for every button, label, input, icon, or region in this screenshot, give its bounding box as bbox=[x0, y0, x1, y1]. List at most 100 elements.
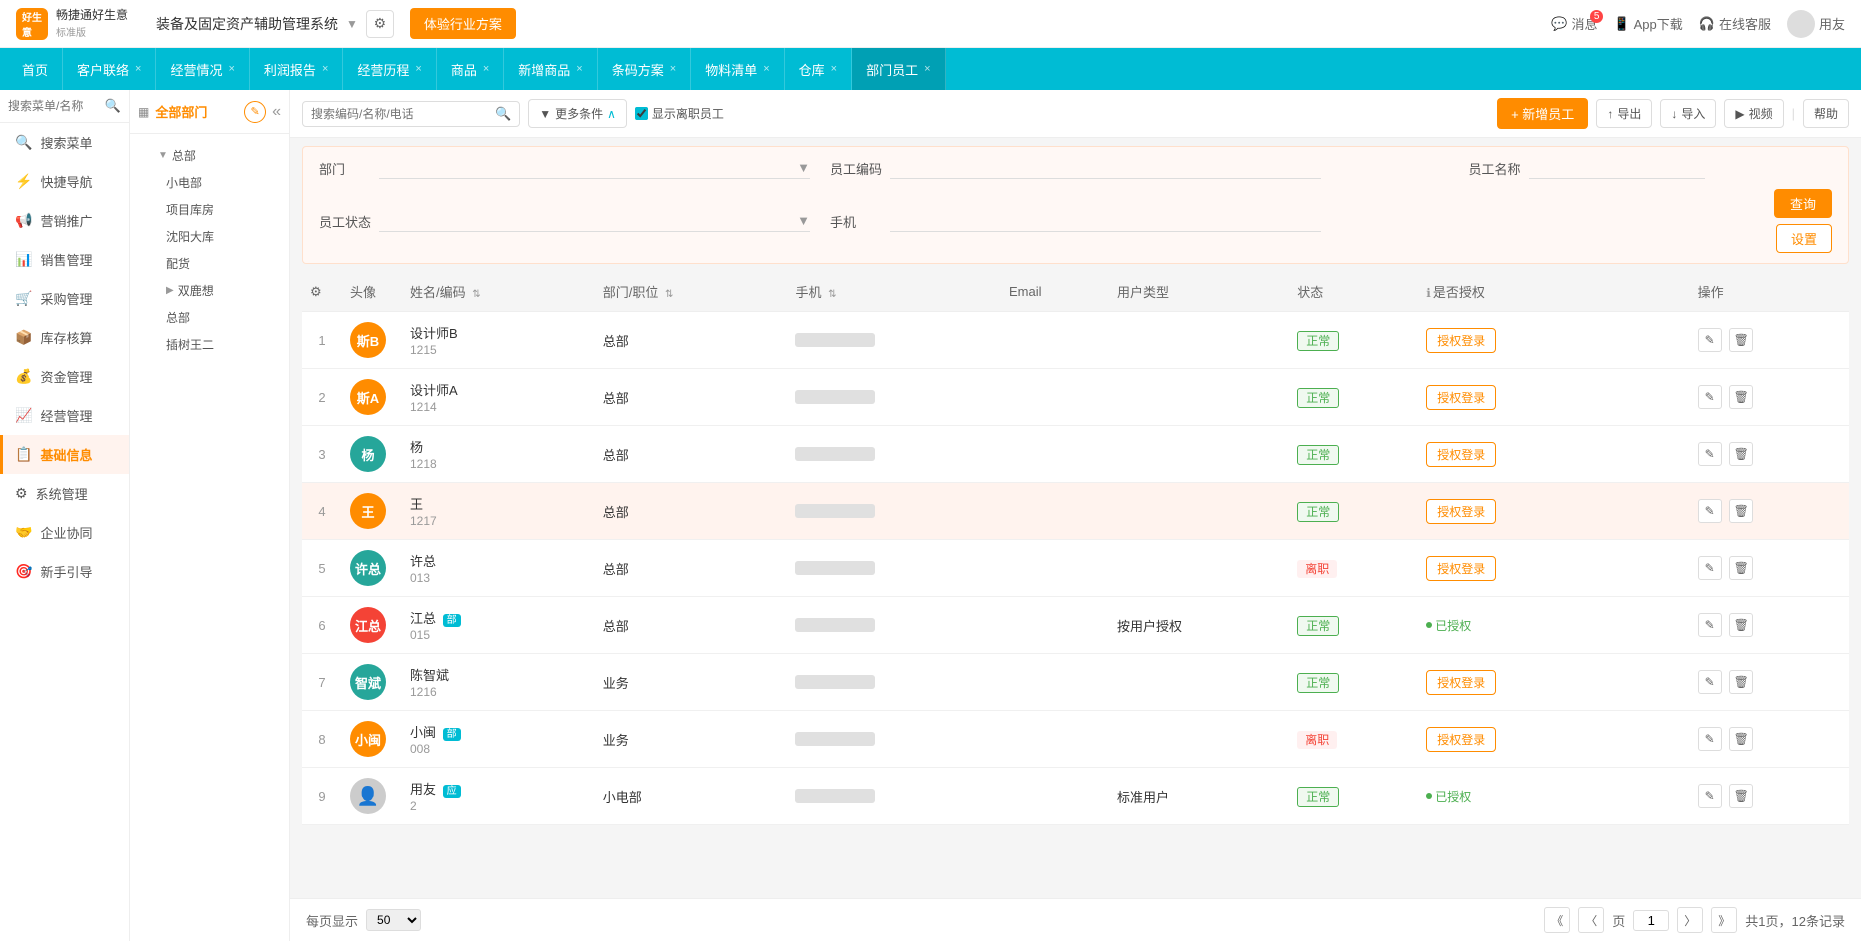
settings-button[interactable]: ⚙ bbox=[366, 10, 394, 38]
auth-login-button[interactable]: 授权登录 bbox=[1426, 670, 1496, 695]
tab-customer[interactable]: 客户联络 × bbox=[63, 48, 156, 90]
auth-login-button[interactable]: 授权登录 bbox=[1426, 556, 1496, 581]
first-page-button[interactable]: 《 bbox=[1544, 907, 1570, 933]
sidebar-item-basic[interactable]: 📋 基础信息 bbox=[0, 435, 129, 474]
close-icon[interactable]: × bbox=[576, 63, 582, 75]
search-input[interactable] bbox=[311, 107, 491, 121]
export-button[interactable]: ↑ 导出 bbox=[1596, 99, 1652, 128]
show-resigned-label[interactable]: 显示离职员工 bbox=[635, 105, 724, 122]
delete-button[interactable]: 🗑 bbox=[1729, 784, 1753, 808]
filter-dept-select[interactable]: ▼ bbox=[379, 157, 810, 179]
sort-icon[interactable]: ⇅ bbox=[472, 289, 480, 300]
close-icon[interactable]: × bbox=[415, 63, 421, 75]
filter-empname-input[interactable] bbox=[1529, 157, 1705, 179]
sidebar-item-collab[interactable]: 🤝 企业协同 bbox=[0, 513, 129, 552]
col-phone[interactable]: 手机 ⇅ bbox=[787, 272, 1001, 312]
auth-login-button[interactable]: 授权登录 bbox=[1426, 328, 1496, 353]
filter-phone-input[interactable] bbox=[890, 210, 1321, 232]
filter-empcode-input[interactable] bbox=[890, 157, 1321, 179]
dept-edit-icon[interactable]: ✎ bbox=[244, 101, 266, 123]
close-icon[interactable]: × bbox=[135, 63, 141, 75]
close-icon[interactable]: × bbox=[831, 63, 837, 75]
close-icon[interactable]: × bbox=[670, 63, 676, 75]
edit-button[interactable]: ✎ bbox=[1698, 784, 1722, 808]
more-filters-button[interactable]: ▼ 更多条件 ∧ bbox=[528, 99, 627, 128]
per-page-select[interactable]: 50 20 100 bbox=[366, 909, 421, 931]
edit-button[interactable]: ✎ bbox=[1698, 499, 1722, 523]
dept-item-xiaodian[interactable]: 小电部 bbox=[138, 169, 281, 196]
search-button[interactable]: 查询 bbox=[1774, 189, 1832, 218]
tab-goods[interactable]: 商品 × bbox=[437, 48, 504, 90]
tab-home[interactable]: 首页 bbox=[8, 48, 63, 90]
dept-collapse-btn[interactable]: « bbox=[272, 103, 281, 121]
dept-item-projectroom[interactable]: 项目库房 bbox=[138, 196, 281, 223]
tab-profit[interactable]: 利润报告 × bbox=[250, 48, 343, 90]
next-page-button[interactable]: 〉 bbox=[1677, 907, 1703, 933]
delete-button[interactable]: 🗑 bbox=[1729, 556, 1753, 580]
auth-login-button[interactable]: 授权登录 bbox=[1426, 727, 1496, 752]
delete-button[interactable]: 🗑 bbox=[1729, 727, 1753, 751]
user-area[interactable]: 用友 bbox=[1787, 10, 1845, 38]
sort-icon[interactable]: ⇅ bbox=[828, 289, 836, 300]
online-service-button[interactable]: 🎧 在线客服 bbox=[1699, 14, 1771, 33]
message-button[interactable]: 💬 消息 5 bbox=[1551, 14, 1597, 33]
close-icon[interactable]: × bbox=[924, 63, 930, 75]
dept-item-shuanglu[interactable]: ▶ 双鹿想 bbox=[138, 277, 281, 304]
sidebar-item-operation[interactable]: 📈 经营管理 bbox=[0, 396, 129, 435]
prev-page-button[interactable]: 〈 bbox=[1578, 907, 1604, 933]
dept-item-peihuo[interactable]: 配货 bbox=[138, 250, 281, 277]
dept-item-chashuwang[interactable]: 插树王二 bbox=[138, 331, 281, 358]
sidebar-item-purchase[interactable]: 🛒 采购管理 bbox=[0, 279, 129, 318]
edit-button[interactable]: ✎ bbox=[1698, 328, 1722, 352]
sidebar-item-guide[interactable]: 🎯 新手引导 bbox=[0, 552, 129, 591]
close-icon[interactable]: × bbox=[483, 63, 489, 75]
system-title-arrow[interactable]: ▼ bbox=[346, 17, 358, 31]
delete-button[interactable]: 🗑 bbox=[1729, 499, 1753, 523]
sidebar-item-marketing[interactable]: 📢 营销推广 bbox=[0, 201, 129, 240]
tab-add-goods[interactable]: 新增商品 × bbox=[504, 48, 597, 90]
edit-button[interactable]: ✎ bbox=[1698, 442, 1722, 466]
close-icon[interactable]: × bbox=[763, 63, 769, 75]
edit-button[interactable]: ✎ bbox=[1698, 670, 1722, 694]
delete-button[interactable]: 🗑 bbox=[1729, 613, 1753, 637]
import-button[interactable]: ↓ 导入 bbox=[1660, 99, 1716, 128]
trial-button[interactable]: 体验行业方案 bbox=[410, 8, 516, 39]
page-input[interactable] bbox=[1633, 910, 1669, 931]
tab-warehouse[interactable]: 仓库 × bbox=[785, 48, 852, 90]
sidebar-item-finance[interactable]: 💰 资金管理 bbox=[0, 357, 129, 396]
tab-operation[interactable]: 经营情况 × bbox=[156, 48, 249, 90]
sort-icon[interactable]: ⇅ bbox=[665, 289, 673, 300]
sidebar-item-search[interactable]: 🔍 搜索菜单 bbox=[0, 123, 129, 162]
delete-button[interactable]: 🗑 bbox=[1729, 670, 1753, 694]
sidebar-item-sales[interactable]: 📊 销售管理 bbox=[0, 240, 129, 279]
add-employee-button[interactable]: + 新增员工 bbox=[1497, 98, 1588, 129]
tab-bom[interactable]: 物料清单 × bbox=[691, 48, 784, 90]
sidebar-search-input[interactable] bbox=[8, 99, 101, 113]
close-icon[interactable]: × bbox=[322, 63, 328, 75]
sidebar-item-system[interactable]: ⚙ 系统管理 bbox=[0, 474, 129, 513]
dept-all-header[interactable]: 全部部门 bbox=[155, 98, 207, 125]
edit-button[interactable]: ✎ bbox=[1698, 556, 1722, 580]
dept-item-zongbu2[interactable]: 总部 bbox=[138, 304, 281, 331]
tab-barcode[interactable]: 条码方案 × bbox=[598, 48, 691, 90]
edit-button[interactable]: ✎ bbox=[1698, 613, 1722, 637]
col-dept[interactable]: 部门/职位 ⇅ bbox=[595, 272, 788, 312]
edit-button[interactable]: ✎ bbox=[1698, 385, 1722, 409]
dept-item-shenyang[interactable]: 沈阳大库 bbox=[138, 223, 281, 250]
last-page-button[interactable]: 》 bbox=[1711, 907, 1737, 933]
help-button[interactable]: 帮助 bbox=[1803, 99, 1849, 128]
delete-button[interactable]: 🗑 bbox=[1729, 328, 1753, 352]
dept-item-zongbu[interactable]: ▼ 总部 bbox=[138, 142, 281, 169]
edit-button[interactable]: ✎ bbox=[1698, 727, 1722, 751]
sidebar-item-quicknav[interactable]: ⚡ 快捷导航 bbox=[0, 162, 129, 201]
auth-login-button[interactable]: 授权登录 bbox=[1426, 499, 1496, 524]
auth-login-button[interactable]: 授权登录 bbox=[1426, 442, 1496, 467]
col-name[interactable]: 姓名/编码 ⇅ bbox=[402, 272, 595, 312]
auth-login-button[interactable]: 授权登录 bbox=[1426, 385, 1496, 410]
view-button[interactable]: ▶ 视频 bbox=[1724, 99, 1783, 128]
delete-button[interactable]: 🗑 bbox=[1729, 385, 1753, 409]
app-download-button[interactable]: 📱 App下载 bbox=[1613, 14, 1682, 33]
delete-button[interactable]: 🗑 bbox=[1729, 442, 1753, 466]
show-resigned-checkbox[interactable] bbox=[635, 107, 648, 120]
filter-status-select[interactable]: ▼ bbox=[379, 210, 810, 232]
